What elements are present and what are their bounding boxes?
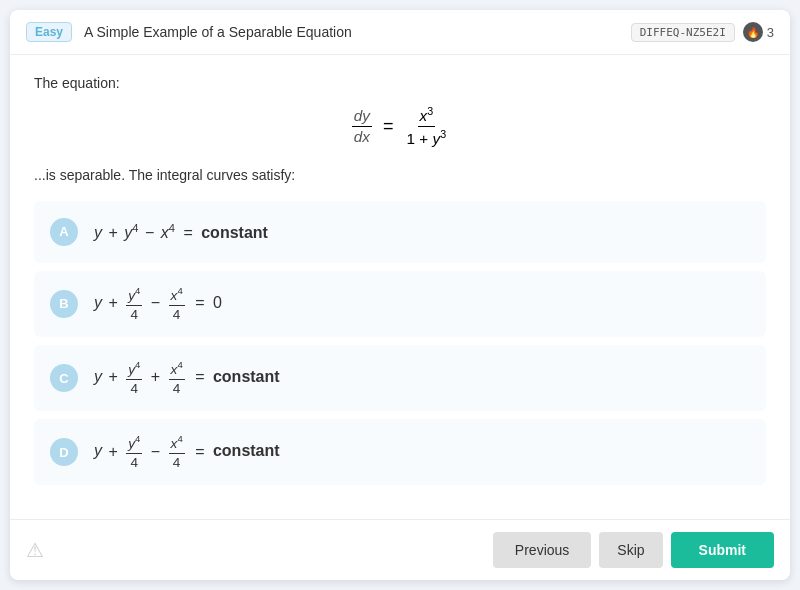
option-d-row[interactable]: D y + y4 4 − x4 4 = constant xyxy=(34,419,766,485)
option-b-row[interactable]: B y + y4 4 − x4 4 = 0 xyxy=(34,271,766,337)
options-list: A y + y4 − x4 = constant B y + xyxy=(34,201,766,485)
question-code: DIFFEQ-NZ5E2I xyxy=(631,23,735,42)
question-content: The equation: dy dx = x3 1 + y3 ...is se… xyxy=(10,55,790,519)
intro-text: The equation: xyxy=(34,75,766,91)
footer-left: ⚠ xyxy=(26,538,44,562)
streak-badge: 🔥 3 xyxy=(743,22,774,42)
separator-text: ...is separable. The integral curves sat… xyxy=(34,167,766,183)
option-c-math: y + y4 4 + x4 4 = constant xyxy=(94,359,280,397)
difficulty-badge: Easy xyxy=(26,22,72,42)
main-equation: dy dx = x3 1 + y3 xyxy=(34,105,766,149)
warning-icon[interactable]: ⚠ xyxy=(26,538,44,562)
option-b-math: y + y4 4 − x4 4 = 0 xyxy=(94,285,222,323)
header-meta: DIFFEQ-NZ5E2I 🔥 3 xyxy=(631,22,774,42)
quiz-card: Easy A Simple Example of a Separable Equ… xyxy=(10,10,790,580)
option-c-circle: C xyxy=(50,364,78,392)
lhs-fraction: dy dx xyxy=(352,107,372,147)
question-title: A Simple Example of a Separable Equation xyxy=(84,24,619,40)
skip-button[interactable]: Skip xyxy=(599,532,662,568)
streak-icon: 🔥 xyxy=(743,22,763,42)
option-b-circle: B xyxy=(50,290,78,318)
option-a-row[interactable]: A y + y4 − x4 = constant xyxy=(34,201,766,263)
option-d-math: y + y4 4 − x4 4 = constant xyxy=(94,433,280,471)
card-header: Easy A Simple Example of a Separable Equ… xyxy=(10,10,790,55)
option-a-math: y + y4 − x4 = constant xyxy=(94,222,268,242)
card-footer: ⚠ Previous Skip Submit xyxy=(10,519,790,580)
rhs-fraction: x3 1 + y3 xyxy=(405,105,449,149)
footer-buttons: Previous Skip Submit xyxy=(493,532,774,568)
option-a-circle: A xyxy=(50,218,78,246)
previous-button[interactable]: Previous xyxy=(493,532,591,568)
option-c-row[interactable]: C y + y4 4 + x4 4 = constant xyxy=(34,345,766,411)
streak-count: 3 xyxy=(767,25,774,40)
option-d-circle: D xyxy=(50,438,78,466)
submit-button[interactable]: Submit xyxy=(671,532,774,568)
